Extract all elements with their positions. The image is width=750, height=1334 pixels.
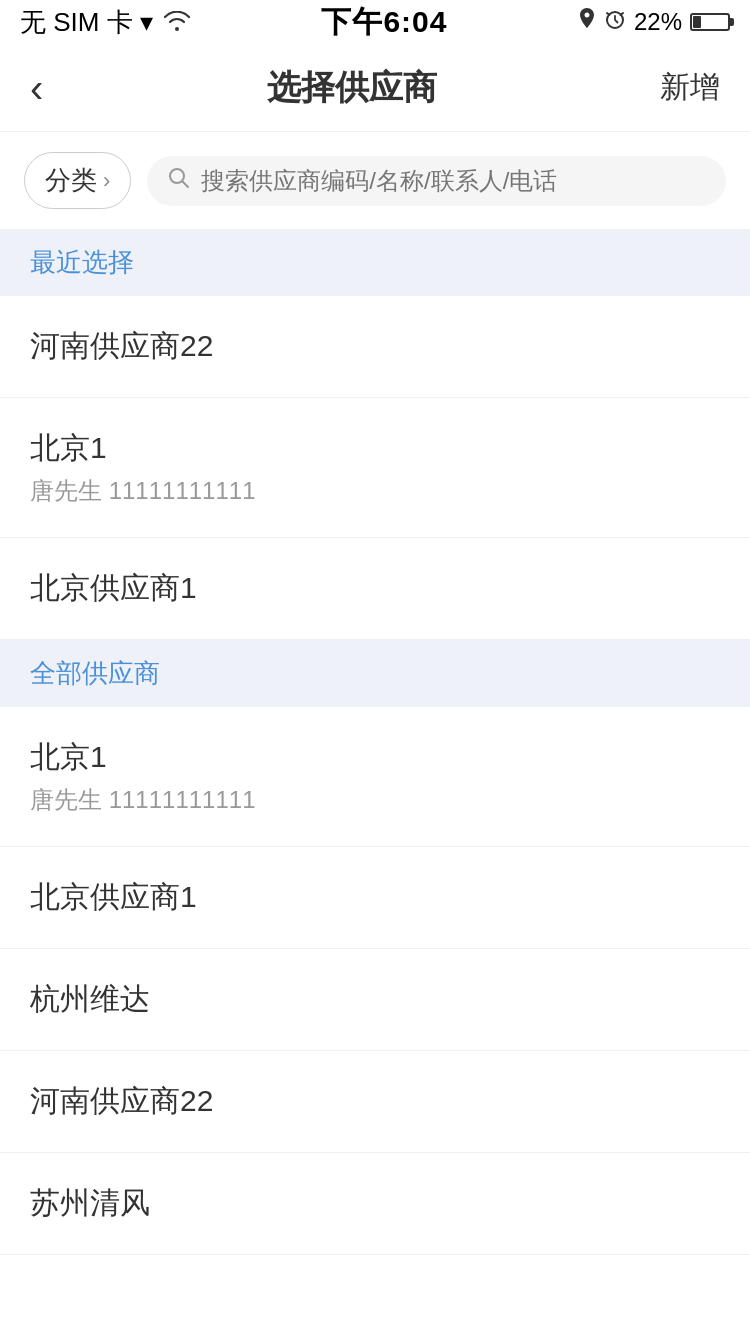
add-button[interactable]: 新增 — [660, 67, 720, 108]
all-list-item[interactable]: 北京1 唐先生 11111111111 — [0, 707, 750, 847]
search-bar — [147, 156, 726, 206]
item-name: 河南供应商22 — [30, 1081, 720, 1122]
battery-icon — [690, 13, 730, 31]
category-label: 分类 — [45, 163, 97, 198]
filter-bar: 分类 › — [0, 132, 750, 229]
recent-section-label: 最近选择 — [30, 247, 134, 277]
recent-list-item[interactable]: 北京1 唐先生 11111111111 — [0, 398, 750, 538]
status-right: 22% — [578, 8, 730, 36]
item-sub: 唐先生 11111111111 — [30, 475, 720, 507]
page-title: 选择供应商 — [267, 65, 437, 111]
recent-items-list: 河南供应商22 北京1 唐先生 11111111111 北京供应商1 — [0, 296, 750, 640]
all-section-header: 全部供应商 — [0, 640, 750, 707]
all-list-item[interactable]: 苏州清风 — [0, 1153, 750, 1255]
item-name: 北京1 — [30, 737, 720, 778]
all-items-list: 北京1 唐先生 11111111111 北京供应商1 杭州维达河南供应商22 苏州清风 — [0, 707, 750, 1255]
all-list-item[interactable]: 杭州维达 — [0, 949, 750, 1051]
back-button[interactable]: ‹ — [30, 68, 43, 108]
item-sub: 唐先生 11111111111 — [30, 784, 720, 816]
status-left: 无 SIM 卡 ▾ — [20, 5, 191, 40]
alarm-icon — [604, 8, 626, 36]
search-input[interactable] — [201, 167, 706, 195]
item-name: 苏州清风 — [30, 1183, 720, 1224]
status-bar: 无 SIM 卡 ▾ 下午6:04 22% — [0, 0, 750, 44]
sim-status: 无 SIM 卡 ▾ — [20, 5, 153, 40]
all-section-label: 全部供应商 — [30, 658, 160, 688]
wifi-icon — [163, 7, 191, 38]
item-name: 河南供应商22 — [30, 326, 720, 367]
search-icon — [167, 166, 191, 196]
category-filter-button[interactable]: 分类 › — [24, 152, 131, 209]
location-icon — [578, 8, 596, 36]
item-name: 北京供应商1 — [30, 877, 720, 918]
status-time: 下午6:04 — [321, 2, 447, 43]
recent-list-item[interactable]: 河南供应商22 — [0, 296, 750, 398]
item-name: 杭州维达 — [30, 979, 720, 1020]
all-list-item[interactable]: 北京供应商1 — [0, 847, 750, 949]
chevron-right-icon: › — [103, 168, 110, 194]
recent-section-header: 最近选择 — [0, 229, 750, 296]
nav-bar: ‹ 选择供应商 新增 — [0, 44, 750, 132]
all-list-item[interactable]: 河南供应商22 — [0, 1051, 750, 1153]
battery-percent: 22% — [634, 8, 682, 36]
recent-list-item[interactable]: 北京供应商1 — [0, 538, 750, 640]
item-name: 北京1 — [30, 428, 720, 469]
item-name: 北京供应商1 — [30, 568, 720, 609]
